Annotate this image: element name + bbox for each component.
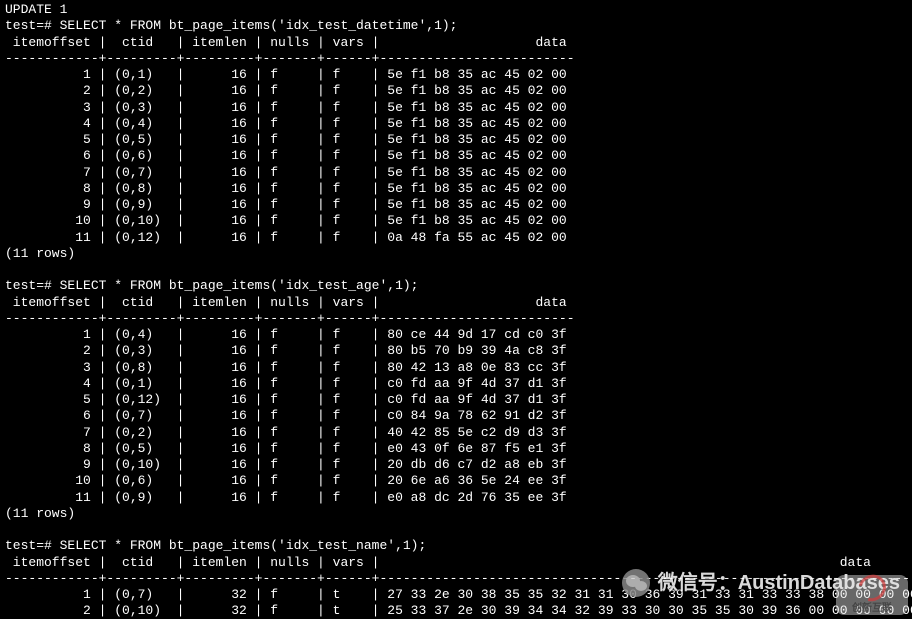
corner-brand-logo: 创新互联 <box>836 575 908 615</box>
wechat-icon <box>622 569 650 597</box>
brand-ring-icon <box>854 570 891 606</box>
brand-text: 创新互联 <box>852 603 892 616</box>
terminal-output[interactable]: UPDATE 1 test=# SELECT * FROM bt_page_it… <box>0 0 912 619</box>
